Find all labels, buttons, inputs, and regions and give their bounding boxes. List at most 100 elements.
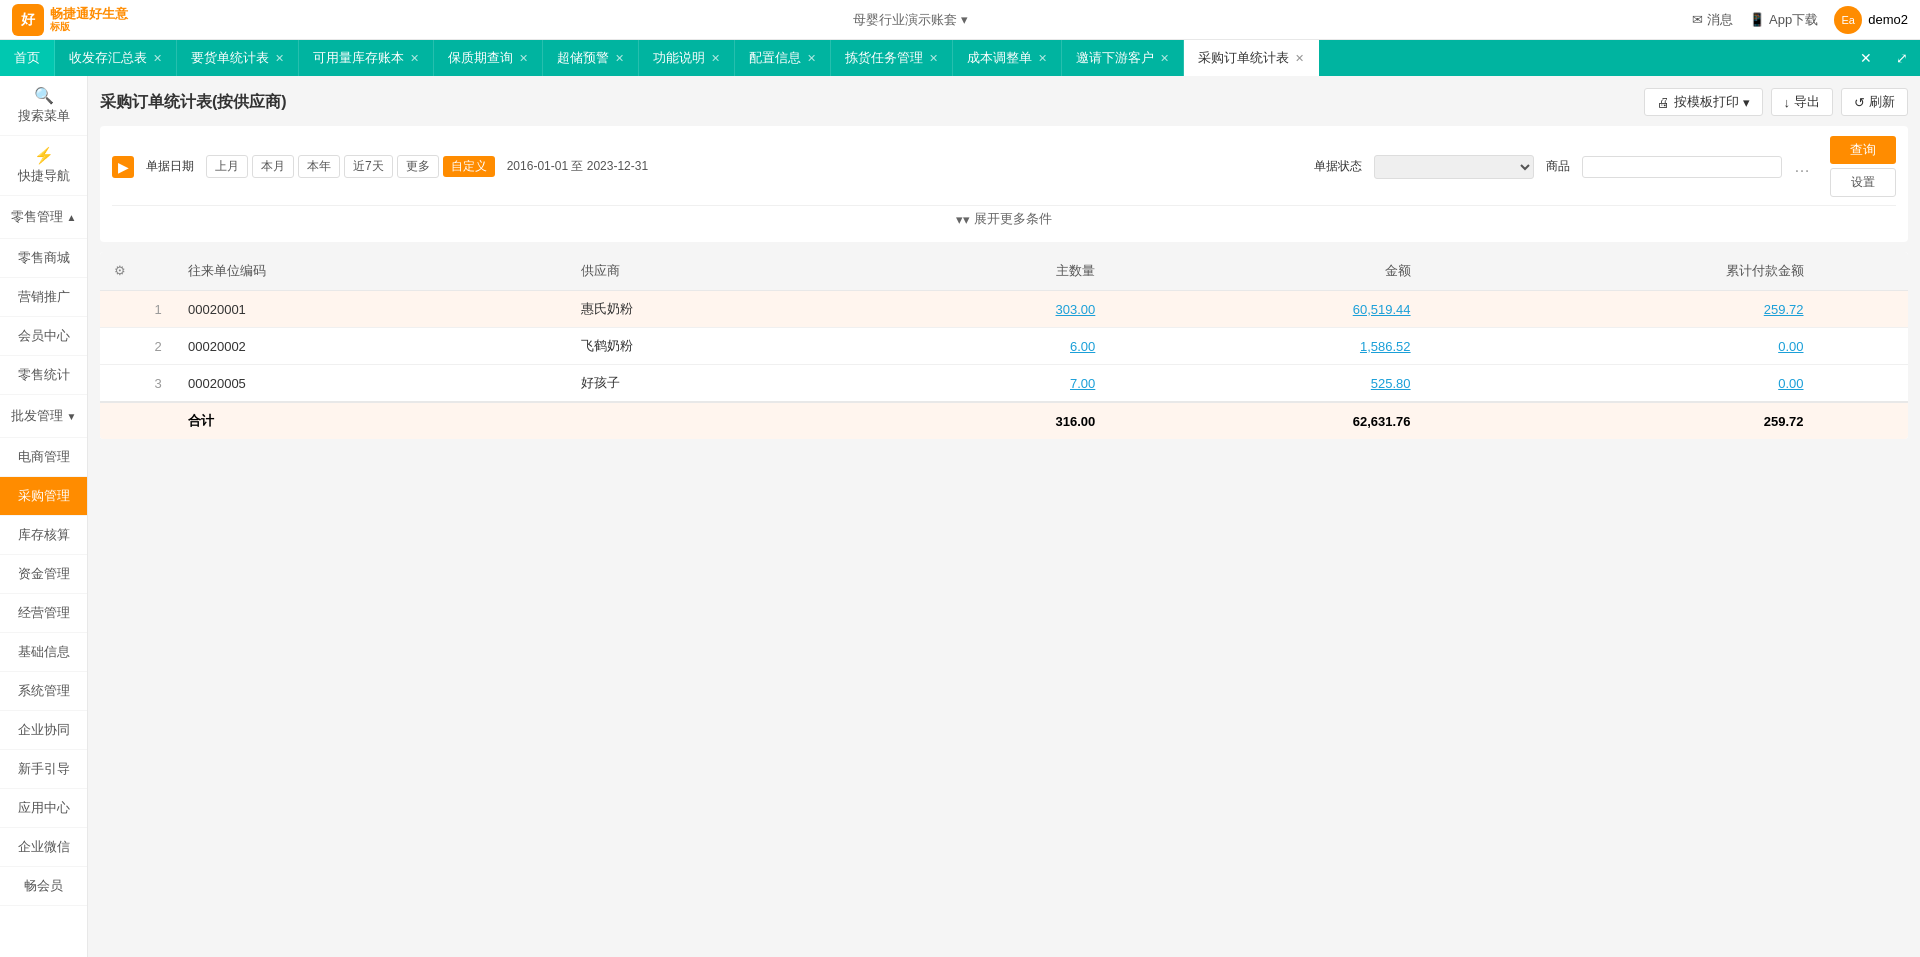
- date-btn-this-year[interactable]: 本年: [298, 155, 340, 178]
- amount-cell[interactable]: 1,586.52: [1107, 328, 1422, 365]
- expand-more-button[interactable]: ▾▾ 展开更多条件: [112, 205, 1896, 232]
- supplier-col-header: 供应商: [569, 252, 862, 291]
- footer-settings-cell: [100, 402, 140, 439]
- status-label: 单据状态: [1314, 158, 1362, 175]
- amount-cell[interactable]: 60,519.44: [1107, 291, 1422, 328]
- quantity-cell[interactable]: 6.00: [862, 328, 1108, 365]
- phone-icon: 📱: [1749, 12, 1765, 27]
- quantity-cell[interactable]: 7.00: [862, 365, 1108, 403]
- close-tab-pick-task[interactable]: ✕: [929, 52, 938, 65]
- date-label: 单据日期: [146, 158, 194, 175]
- dropdown-arrow-icon: ▾: [1743, 95, 1750, 110]
- table-container: ⚙ 往来单位编码 供应商 主数量 金额 累计付款金额 1: [100, 252, 1908, 439]
- goods-input[interactable]: [1582, 156, 1782, 178]
- sidebar-item-newbie[interactable]: 新手引导: [0, 750, 87, 789]
- user-profile[interactable]: Ea demo2: [1834, 6, 1908, 34]
- filter-toggle-button[interactable]: ▶: [112, 156, 134, 178]
- table-row: 2 00020002 飞鹤奶粉 6.00 1,586.52 0.00: [100, 328, 1908, 365]
- sidebar-item-quick-nav[interactable]: ⚡ 快捷导航: [0, 136, 87, 196]
- sidebar-item-wholesale[interactable]: 批发管理 ▼: [0, 395, 87, 438]
- table-row: 1 00020001 惠氏奶粉 303.00 60,519.44 259.72: [100, 291, 1908, 328]
- sidebar-item-app-center[interactable]: 应用中心: [0, 789, 87, 828]
- sidebar-item-members[interactable]: 会员中心: [0, 317, 87, 356]
- filter-row: ▶ 单据日期 上月 本月 本年 近7天 更多 自定义 2016-01-01 至 …: [112, 136, 1896, 197]
- unit-code-col-header: 往来单位编码: [176, 252, 569, 291]
- sidebar-item-ecommerce[interactable]: 电商管理: [0, 438, 87, 477]
- close-tab-func-desc[interactable]: ✕: [711, 52, 720, 65]
- tab-collect-pay[interactable]: 收发存汇总表 ✕: [55, 40, 177, 76]
- company-selector[interactable]: 母婴行业演示账套 ▾: [853, 11, 968, 29]
- status-select[interactable]: [1374, 155, 1534, 179]
- row-num-cell: 2: [140, 328, 176, 365]
- sidebar-item-search[interactable]: 🔍 搜索菜单: [0, 76, 87, 136]
- goods-more-icon[interactable]: …: [1794, 158, 1810, 176]
- tab-home[interactable]: 首页: [0, 40, 55, 76]
- tab-config-info[interactable]: 配置信息 ✕: [735, 40, 831, 76]
- tab-cost-adjust[interactable]: 成本调整单 ✕: [953, 40, 1062, 76]
- export-button[interactable]: ↓ 导出: [1771, 88, 1834, 116]
- rownum-col-header: [140, 252, 176, 291]
- sidebar-item-system[interactable]: 系统管理: [0, 672, 87, 711]
- tab-pick-task[interactable]: 拣货任务管理 ✕: [831, 40, 953, 76]
- sidebar-item-retail-mall[interactable]: 零售商城: [0, 239, 87, 278]
- sidebar-item-stock[interactable]: 库存核算: [0, 516, 87, 555]
- sidebar-item-marketing[interactable]: 营销推广: [0, 278, 87, 317]
- close-all-tabs-button[interactable]: ✕: [1848, 40, 1884, 76]
- paid-amount-cell[interactable]: 259.72: [1423, 291, 1816, 328]
- message-button[interactable]: ✉ 消息: [1692, 11, 1733, 29]
- app-download-button[interactable]: 📱 App下载: [1749, 11, 1818, 29]
- close-tab-goods-stats[interactable]: ✕: [275, 52, 284, 65]
- tab-purchase-stats[interactable]: 采购订单统计表 ✕: [1184, 40, 1319, 76]
- tab-expiry-query[interactable]: 保质期查询 ✕: [434, 40, 543, 76]
- amount-cell[interactable]: 525.80: [1107, 365, 1422, 403]
- footer-extra-cell: [1816, 402, 1909, 439]
- tab-over-stock[interactable]: 超储预警 ✕: [543, 40, 639, 76]
- top-bar-right: ✉ 消息 📱 App下载 Ea demo2: [1692, 6, 1908, 34]
- logo-icon: 好: [12, 4, 44, 36]
- date-btn-last-month[interactable]: 上月: [206, 155, 248, 178]
- tab-goods-stats[interactable]: 要货单统计表 ✕: [177, 40, 299, 76]
- quantity-cell[interactable]: 303.00: [862, 291, 1108, 328]
- close-tab-collect-pay[interactable]: ✕: [153, 52, 162, 65]
- goods-label: 商品: [1546, 158, 1570, 175]
- sidebar-item-finance[interactable]: 资金管理: [0, 555, 87, 594]
- sidebar-item-retail-stats[interactable]: 零售统计: [0, 356, 87, 395]
- refresh-button[interactable]: ↺ 刷新: [1841, 88, 1908, 116]
- close-tab-over-stock[interactable]: ✕: [615, 52, 624, 65]
- close-tab-config-info[interactable]: ✕: [807, 52, 816, 65]
- tab-usable-stock[interactable]: 可用量库存账本 ✕: [299, 40, 434, 76]
- sidebar-item-retail[interactable]: 零售管理 ▲: [0, 196, 87, 239]
- query-button[interactable]: 查询: [1830, 136, 1896, 164]
- extra-col-header: [1816, 252, 1909, 291]
- nav-tabs: 首页 收发存汇总表 ✕ 要货单统计表 ✕ 可用量库存账本 ✕ 保质期查询 ✕ 超…: [0, 40, 1920, 76]
- column-settings-icon[interactable]: ⚙: [112, 263, 128, 279]
- sidebar-item-purchase[interactable]: 采购管理: [0, 477, 87, 516]
- paid-amount-cell[interactable]: 0.00: [1423, 328, 1816, 365]
- extra-cell: [1816, 328, 1909, 365]
- message-icon: ✉: [1692, 12, 1703, 27]
- paid-amount-cell[interactable]: 0.00: [1423, 365, 1816, 403]
- row-num-cell: 3: [140, 365, 176, 403]
- close-tab-cost-adjust[interactable]: ✕: [1038, 52, 1047, 65]
- sidebar-item-wechat[interactable]: 企业微信: [0, 828, 87, 867]
- settings-col-header: ⚙: [100, 252, 140, 291]
- close-tab-purchase-stats[interactable]: ✕: [1295, 52, 1304, 65]
- tab-func-desc[interactable]: 功能说明 ✕: [639, 40, 735, 76]
- sidebar-item-vip[interactable]: 畅会员: [0, 867, 87, 906]
- sidebar-item-operations[interactable]: 经营管理: [0, 594, 87, 633]
- date-custom-badge[interactable]: 自定义: [443, 156, 495, 177]
- sidebar-item-enterprise[interactable]: 企业协同: [0, 711, 87, 750]
- supplier-cell: 飞鹤奶粉: [569, 328, 862, 365]
- close-tab-expiry-query[interactable]: ✕: [519, 52, 528, 65]
- date-btn-more[interactable]: 更多: [397, 155, 439, 178]
- sidebar-item-basics[interactable]: 基础信息: [0, 633, 87, 672]
- row-settings-cell: [100, 328, 140, 365]
- tab-invite-downstream[interactable]: 邀请下游客户 ✕: [1062, 40, 1184, 76]
- date-btn-this-month[interactable]: 本月: [252, 155, 294, 178]
- settings-button[interactable]: 设置: [1830, 168, 1896, 197]
- date-btn-last-7days[interactable]: 近7天: [344, 155, 393, 178]
- template-print-button[interactable]: 🖨 按模板打印 ▾: [1644, 88, 1763, 116]
- maximize-button[interactable]: ⤢: [1884, 40, 1920, 76]
- close-tab-invite-downstream[interactable]: ✕: [1160, 52, 1169, 65]
- close-tab-usable-stock[interactable]: ✕: [410, 52, 419, 65]
